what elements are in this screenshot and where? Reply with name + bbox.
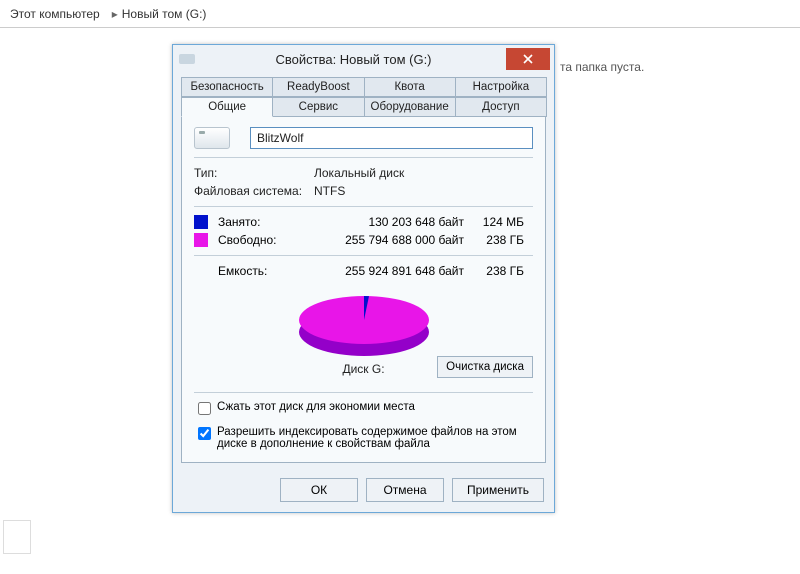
cancel-button[interactable]: Отмена (366, 478, 444, 502)
tab-readyboost[interactable]: ReadyBoost (272, 77, 364, 97)
index-checkbox-row[interactable]: Разрешить индексировать содержимое файло… (194, 426, 533, 450)
tab-general[interactable]: Общие (181, 97, 273, 117)
breadcrumb-current[interactable]: Новый том (G:) (122, 7, 207, 21)
capacity-bytes: 255 924 891 648 байт (314, 264, 464, 278)
type-label: Тип: (194, 166, 314, 180)
free-swatch (194, 233, 208, 247)
cleanup-button[interactable]: Очистка диска (437, 356, 533, 378)
index-checkbox[interactable] (198, 427, 211, 440)
empty-folder-text: та папка пуста. (560, 60, 644, 74)
breadcrumb-root[interactable]: Этот компьютер (10, 7, 100, 21)
free-label: Свободно: (218, 233, 314, 247)
fs-value: NTFS (314, 184, 345, 198)
compress-label: Сжать этот диск для экономии места (217, 401, 415, 413)
capacity-human: 238 ГБ (464, 264, 524, 278)
ok-button[interactable]: ОК (280, 478, 358, 502)
disk-pie-icon (289, 290, 439, 360)
pie-chart: Диск G: Очистка диска (194, 282, 533, 384)
titlebar[interactable]: Свойства: Новый том (G:) (173, 45, 554, 73)
tab-hardware[interactable]: Оборудование (364, 97, 456, 117)
general-panel: Тип: Локальный диск Файловая система: NT… (181, 116, 546, 463)
used-swatch (194, 215, 208, 229)
properties-dialog: Свойства: Новый том (G:) Безопасность Re… (172, 44, 555, 513)
apply-button[interactable]: Применить (452, 478, 544, 502)
type-value: Локальный диск (314, 166, 404, 180)
breadcrumb: Этот компьютер ▸ Новый том (G:) (0, 0, 800, 28)
drive-icon (179, 54, 195, 64)
dialog-title: Свойства: Новый том (G:) (201, 52, 506, 67)
index-label: Разрешить индексировать содержимое файло… (217, 426, 533, 450)
tab-quota[interactable]: Квота (364, 77, 456, 97)
disk-label: Диск G: (342, 362, 384, 376)
details-pane-fragment (3, 520, 31, 554)
compress-checkbox-row[interactable]: Сжать этот диск для экономии места (194, 401, 533, 418)
used-human: 124 МБ (464, 215, 524, 229)
volume-name-input[interactable] (250, 127, 533, 149)
chevron-right-icon: ▸ (112, 7, 118, 21)
tab-sharing[interactable]: Доступ (455, 97, 547, 117)
tab-customize[interactable]: Настройка (455, 77, 547, 97)
close-button[interactable] (506, 48, 550, 70)
drive-large-icon (194, 127, 230, 149)
close-icon (523, 54, 533, 64)
compress-checkbox[interactable] (198, 402, 211, 415)
tab-security[interactable]: Безопасность (181, 77, 273, 97)
used-bytes: 130 203 648 байт (314, 215, 464, 229)
used-label: Занято: (218, 215, 314, 229)
fs-label: Файловая система: (194, 184, 314, 198)
free-human: 238 ГБ (464, 233, 524, 247)
free-bytes: 255 794 688 000 байт (314, 233, 464, 247)
capacity-label: Емкость: (218, 264, 314, 278)
tab-service[interactable]: Сервис (272, 97, 364, 117)
dialog-buttons: ОК Отмена Применить (173, 470, 554, 512)
capacity-spacer (194, 264, 208, 278)
tabstrip: Безопасность ReadyBoost Квота Настройка … (181, 77, 546, 117)
